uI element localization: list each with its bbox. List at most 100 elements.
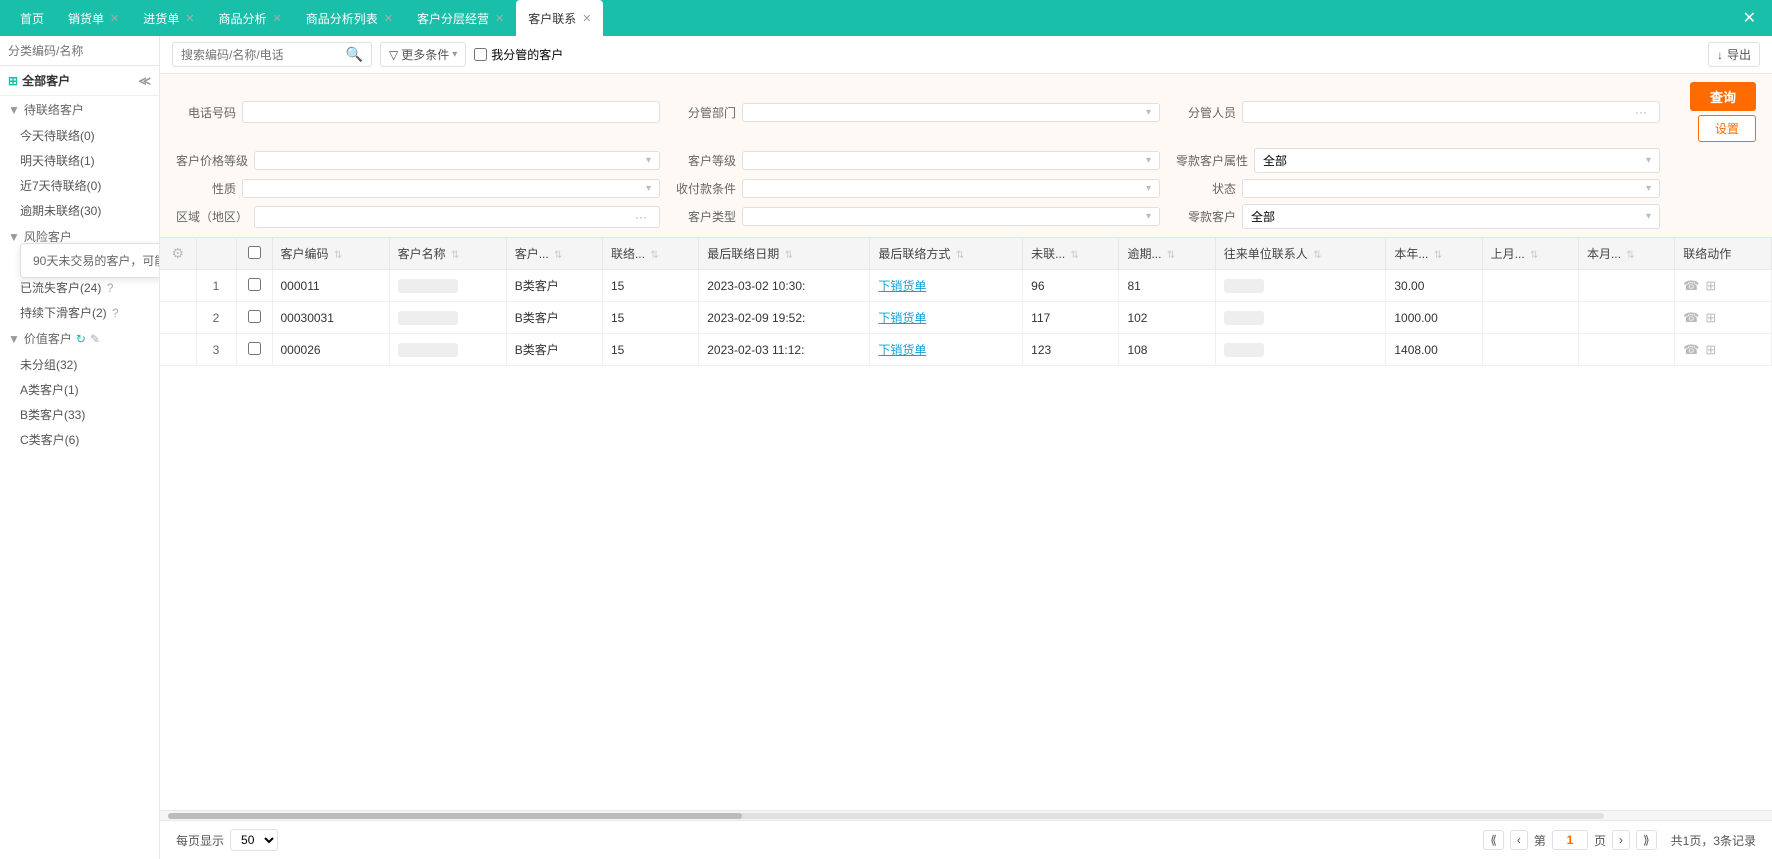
col-last-date-header[interactable]: 最后联络日期 ⇅ — [699, 238, 870, 270]
close-icon[interactable]: ✕ — [495, 12, 504, 25]
my-customers-checkbox[interactable] — [474, 48, 487, 61]
col-last-method-header[interactable]: 最后联络方式 ⇅ — [870, 238, 1023, 270]
col-code-header[interactable]: 客户编码 ⇅ — [272, 238, 389, 270]
col-level-header[interactable]: 客户... ⇅ — [506, 238, 602, 270]
page-number-input[interactable] — [1552, 830, 1588, 850]
row-code-cell: 000011 — [272, 270, 389, 302]
dept-select[interactable]: ▾ — [742, 103, 1160, 122]
row-checkbox[interactable] — [248, 278, 261, 291]
tab-analysis[interactable]: 商品分析 ✕ — [206, 0, 293, 36]
status-label: 状态 — [1176, 180, 1236, 197]
window-close-button[interactable]: ✕ — [1735, 8, 1764, 28]
sidebar-group-value[interactable]: ▼ 价值客户 ↻ ✎ — [0, 325, 159, 352]
horizontal-scrollbar[interactable] — [160, 810, 1772, 820]
col-overdue-header[interactable]: 逾期... ⇅ — [1119, 238, 1215, 270]
col-name-header[interactable]: 客户名称 ⇅ — [389, 238, 506, 270]
select-all-checkbox[interactable] — [248, 246, 261, 259]
close-icon[interactable]: ✕ — [273, 12, 282, 25]
sidebar-item-week[interactable]: 近7天待联络(0) — [0, 173, 159, 198]
tab-customer-contact[interactable]: 客户联系 ✕ — [516, 0, 603, 36]
more-conditions-btn[interactable]: ▽ 更多条件 ▾ — [380, 42, 466, 67]
prev-page-btn[interactable]: ‹ — [1510, 830, 1528, 850]
row-action-cell: ☎ ⊞ — [1675, 270, 1772, 302]
tab-customer-layer[interactable]: 客户分层经营 ✕ — [405, 0, 516, 36]
close-icon[interactable]: ✕ — [384, 12, 393, 25]
row-this-year-cell: 1408.00 — [1386, 334, 1482, 366]
edit-icon[interactable]: ✎ — [90, 332, 100, 346]
query-button[interactable]: 查询 — [1690, 82, 1756, 111]
phone-input[interactable] — [242, 101, 660, 123]
per-page-select[interactable]: 50 — [230, 829, 278, 851]
row-last-method-cell[interactable]: 下销货单 — [870, 334, 1023, 366]
row-checkbox[interactable] — [248, 342, 261, 355]
sidebar-item-declining[interactable]: 持续下滑客户(2) ? — [0, 300, 159, 325]
tab-purchase[interactable]: 进货单 ✕ — [131, 0, 206, 36]
export-btn[interactable]: ↓ 导出 — [1708, 42, 1760, 67]
next-page-btn[interactable]: › — [1612, 830, 1630, 850]
more-action-icon[interactable]: ⊞ — [1705, 278, 1716, 294]
table-wrapper: ⚙ 客户编码 ⇅ 客户名称 ⇅ — [160, 238, 1772, 810]
customer-level-select[interactable]: ▾ — [742, 151, 1160, 170]
col-action-header: 联络动作 — [1675, 238, 1772, 270]
filter-field-person: 分管人员 ··· — [1176, 101, 1660, 123]
sidebar-search-input[interactable] — [8, 44, 160, 58]
row-name-cell — [389, 302, 506, 334]
payment-select[interactable]: ▾ — [742, 179, 1160, 198]
sidebar-group-pending[interactable]: ▼ 待联络客户 — [0, 96, 159, 123]
col-unlisted-header[interactable]: 未联... ⇅ — [1023, 238, 1119, 270]
more-icon[interactable]: ··· — [635, 210, 647, 224]
sidebar-item-tomorrow[interactable]: 明天待联络(1) — [0, 148, 159, 173]
arrow-down-icon: ▼ — [8, 332, 20, 346]
sidebar-item-ungrouped[interactable]: 未分组(32) — [0, 352, 159, 377]
zero-customer-select[interactable]: 全部 ▾ — [1242, 204, 1660, 229]
tab-analysis-list[interactable]: 商品分析列表 ✕ — [294, 0, 405, 36]
tab-sales[interactable]: 销货单 ✕ — [56, 0, 131, 36]
sidebar-group-risk[interactable]: ▼ 风险客户 90天未交易的客户，可能有流失风险。 — [0, 223, 159, 250]
gender-select[interactable]: ▾ — [242, 179, 660, 198]
row-contact-person-cell — [1215, 334, 1386, 366]
all-customers-label: 全部客户 — [22, 72, 70, 89]
more-action-icon[interactable]: ⊞ — [1705, 310, 1716, 326]
more-action-icon[interactable]: ⊞ — [1705, 342, 1716, 358]
sidebar-item-c-class[interactable]: C类客户(6) — [0, 427, 159, 452]
contact-icon[interactable]: ☎ — [1683, 310, 1699, 326]
close-icon[interactable]: ✕ — [582, 12, 591, 25]
row-last-method-cell[interactable]: 下销货单 — [870, 302, 1023, 334]
settings-icon[interactable]: ⚙ — [171, 245, 184, 261]
search-input[interactable] — [181, 48, 346, 62]
col-this-year-header[interactable]: 本年... ⇅ — [1386, 238, 1482, 270]
customer-type-select[interactable]: ▾ — [742, 207, 1160, 226]
last-page-btn[interactable]: ⟫ — [1636, 830, 1657, 850]
row-checkbox[interactable] — [248, 310, 261, 323]
arrow-down-icon: ▼ — [8, 230, 20, 244]
arrow-down-icon: ▼ — [8, 103, 20, 117]
close-icon[interactable]: ✕ — [185, 12, 194, 25]
close-icon[interactable]: ✕ — [110, 12, 119, 25]
refresh-icon[interactable]: ↻ — [76, 332, 86, 346]
my-customers-wrap[interactable]: 我分管的客户 — [474, 46, 563, 63]
sidebar-item-churned[interactable]: 已流失客户(24) ? — [0, 275, 159, 300]
col-last-month-header[interactable]: 上月... ⇅ — [1482, 238, 1578, 270]
person-select[interactable]: ··· — [1242, 101, 1660, 123]
sidebar-item-a-class[interactable]: A类客户(1) — [0, 377, 159, 402]
sidebar-item-b-class[interactable]: B类客户(33) — [0, 402, 159, 427]
tab-home[interactable]: 首页 — [8, 0, 56, 36]
col-this-month-header[interactable]: 本月... ⇅ — [1578, 238, 1674, 270]
search-icon[interactable]: 🔍 — [346, 46, 363, 63]
first-page-btn[interactable]: ⟪ — [1483, 830, 1504, 850]
zero-attr-select[interactable]: 全部 ▾ — [1254, 148, 1660, 173]
setting-button[interactable]: 设置 — [1698, 115, 1756, 142]
col-contact-header[interactable]: 联络... ⇅ — [602, 238, 698, 270]
contact-icon[interactable]: ☎ — [1683, 278, 1699, 294]
row-last-month-cell — [1482, 302, 1578, 334]
collapse-icon[interactable]: ≪ — [138, 74, 151, 88]
status-select[interactable]: ▾ — [1242, 179, 1660, 198]
price-level-select[interactable]: ▾ — [254, 151, 660, 170]
sidebar-item-today[interactable]: 今天待联络(0) — [0, 123, 159, 148]
contact-icon[interactable]: ☎ — [1683, 342, 1699, 358]
col-contact-person-header[interactable]: 往来单位联系人 ⇅ — [1215, 238, 1386, 270]
sidebar-item-overdue[interactable]: 逾期未联络(30) — [0, 198, 159, 223]
row-last-method-cell[interactable]: 下销货单 — [870, 270, 1023, 302]
row-action-cell: ☎ ⊞ — [1675, 334, 1772, 366]
filter-field-phone: 电话号码 — [176, 101, 660, 123]
